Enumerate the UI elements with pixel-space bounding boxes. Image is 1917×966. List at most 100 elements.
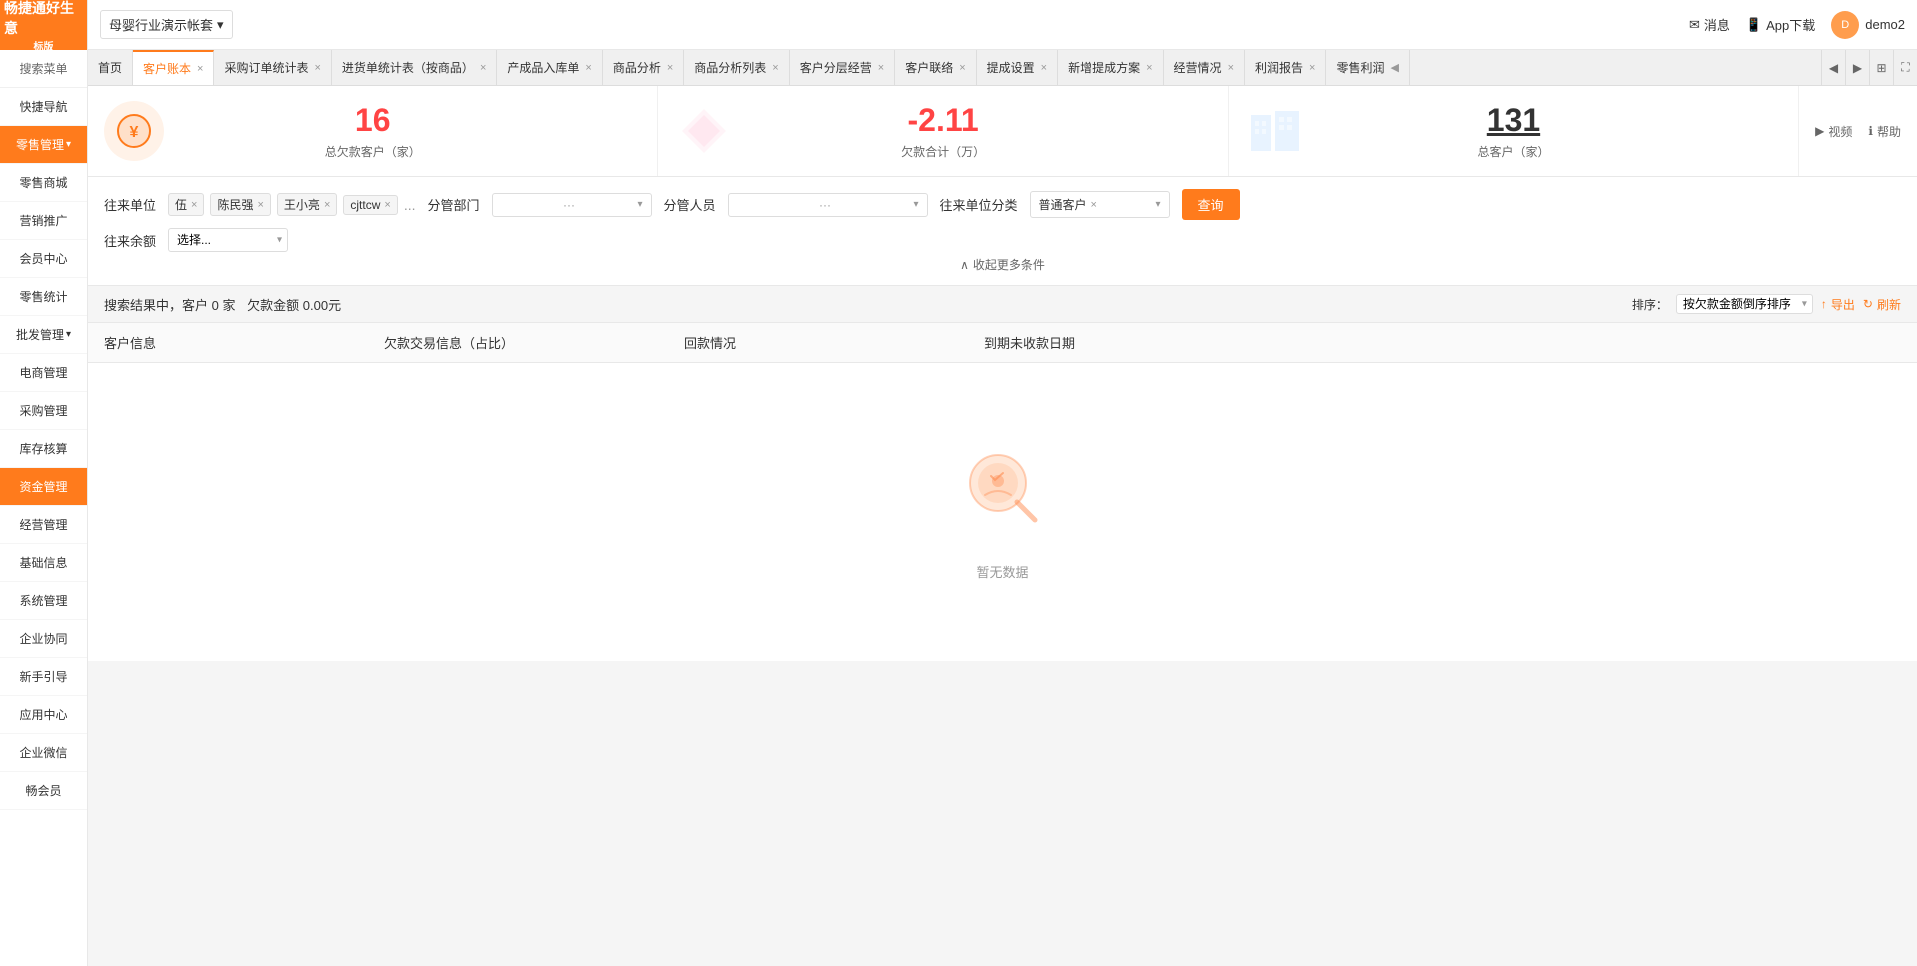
- stats-help-area: ▶ 视频 ℹ 帮助: [1799, 86, 1917, 176]
- coin-icon: ¥: [116, 113, 152, 149]
- sidebar-item-enterprise-collab[interactable]: 企业协同: [0, 620, 87, 658]
- tab-purchase-stats[interactable]: 进货单统计表（按商品） ×: [332, 50, 497, 86]
- tab-scroll-left[interactable]: ◀: [1821, 50, 1845, 86]
- stat-value-debt: -2.11: [908, 102, 979, 139]
- remove-type-normal[interactable]: ×: [1091, 199, 1097, 211]
- export-btn[interactable]: ↑ 导出: [1821, 296, 1855, 313]
- remove-tag-chen[interactable]: ×: [257, 199, 263, 211]
- empty-icon: [953, 443, 1053, 546]
- empty-state: 暂无数据: [88, 363, 1917, 661]
- tab-close-product-instock[interactable]: ×: [585, 62, 591, 74]
- sidebar-item-retail-mall[interactable]: 零售商城: [0, 164, 87, 202]
- tab-customer-segment[interactable]: 客户分层经营 ×: [790, 50, 895, 86]
- remove-tag-wu[interactable]: ×: [191, 199, 197, 211]
- tab-close-customer-capital[interactable]: ×: [197, 63, 203, 75]
- tab-close-operation-status[interactable]: ×: [1228, 62, 1234, 74]
- tab-close-retail-profit[interactable]: ◀: [1390, 61, 1398, 74]
- video-help-btn[interactable]: ▶ 视频: [1815, 123, 1852, 140]
- sidebar-item-member-center[interactable]: 会员中心: [0, 240, 87, 278]
- tab-home[interactable]: 首页: [88, 50, 133, 86]
- sidebar-item-app-center[interactable]: 应用中心: [0, 696, 87, 734]
- dept-input[interactable]: ··· ▾: [492, 193, 652, 217]
- sidebar-item-marketing[interactable]: 营销推广: [0, 202, 87, 240]
- tab-customer-contact[interactable]: 客户联络 ×: [895, 50, 976, 86]
- sidebar-item-purchase-mgmt[interactable]: 采购管理: [0, 392, 87, 430]
- sidebar-item-retail-stats[interactable]: 零售统计: [0, 278, 87, 316]
- col-due-date: 到期未收款日期: [984, 333, 1901, 352]
- empty-text: 暂无数据: [976, 562, 1028, 581]
- sidebar-item-batch-mgmt[interactable]: 批发管理 ▾: [0, 316, 87, 354]
- tab-purchase-order[interactable]: 采购订单统计表 ×: [214, 50, 331, 86]
- stat-all-customers: 131 总客户（家）: [1229, 86, 1799, 176]
- stat-value-all[interactable]: 131: [1487, 102, 1540, 139]
- person-input[interactable]: ··· ▾: [728, 193, 928, 217]
- tab-improve-settings[interactable]: 提成设置 ×: [977, 50, 1058, 86]
- search-result-info: 搜索结果中，客户 0 家 欠款金额 0.00元: [104, 295, 341, 314]
- tab-close-purchase-order[interactable]: ×: [314, 62, 320, 74]
- tab-new-improve[interactable]: 新增提成方案 ×: [1058, 50, 1163, 86]
- refresh-icon: ↻: [1863, 297, 1873, 311]
- tab-scroll-right[interactable]: ▶: [1845, 50, 1869, 86]
- sidebar-item-ecommerce[interactable]: 电商管理: [0, 354, 87, 392]
- sidebar-item-system-mgmt[interactable]: 系统管理: [0, 582, 87, 620]
- dept-dots-icon[interactable]: ···: [563, 198, 575, 212]
- sidebar-item-vip-member[interactable]: 畅会员: [0, 772, 87, 810]
- tab-close-customer-contact[interactable]: ×: [959, 62, 965, 74]
- tab-customer-capital[interactable]: 客户账本 ×: [133, 50, 214, 86]
- account-selector[interactable]: 母婴行业演示帐套 ▾: [100, 10, 233, 39]
- sidebar-item-enterprise-wechat[interactable]: 企业微信: [0, 734, 87, 772]
- tab-goods-analysis[interactable]: 商品分析 ×: [603, 50, 684, 86]
- refresh-btn[interactable]: ↻ 刷新: [1863, 296, 1901, 313]
- sort-select[interactable]: 按欠款金额倒序排序: [1676, 294, 1813, 314]
- sidebar-item-inventory[interactable]: 库存核算: [0, 430, 87, 468]
- app-logo: 畅捷通好生意 标版: [0, 0, 87, 50]
- tab-goods-analysis-list[interactable]: 商品分析列表 ×: [684, 50, 789, 86]
- sidebar-item-operations-mgmt[interactable]: 经营管理: [0, 506, 87, 544]
- company-type-label: 往来单位分类: [940, 195, 1018, 214]
- filter-row-1: 往来单位 伍 × 陈民强 × 王小亮 × cjttcw: [104, 189, 1901, 220]
- tab-close-purchase-stats[interactable]: ×: [480, 62, 486, 74]
- tab-close-profit-report[interactable]: ×: [1309, 62, 1315, 74]
- tab-operation-status[interactable]: 经营情况 ×: [1164, 50, 1245, 86]
- collapse-btn[interactable]: ∧ 收起更多条件: [104, 256, 1901, 273]
- tab-profit-report[interactable]: 利润报告 ×: [1245, 50, 1326, 86]
- query-button[interactable]: 查询: [1182, 189, 1240, 220]
- sidebar-item-retail-mgmt[interactable]: 零售管理 ▾: [0, 126, 87, 164]
- company-type-input[interactable]: 普通客户 × ▾: [1030, 191, 1170, 218]
- stat-total-debt: -2.11 欠款合计（万）: [658, 86, 1228, 176]
- tab-close-new-improve[interactable]: ×: [1146, 62, 1152, 74]
- tab-product-instock[interactable]: 产成品入库单 ×: [497, 50, 602, 86]
- tab-close-goods-analysis[interactable]: ×: [667, 62, 673, 74]
- sidebar-item-new-guide[interactable]: 新手引导: [0, 658, 87, 696]
- stat-label-debt: 欠款合计（万）: [901, 143, 985, 160]
- col-customer-info: 客户信息: [104, 333, 384, 352]
- app-download-btn[interactable]: 📱 App下载: [1746, 15, 1815, 34]
- svg-text:¥: ¥: [130, 124, 139, 141]
- balance-select[interactable]: 选择...: [168, 228, 288, 252]
- page-content: ¥ 16 总欠款客户（家） -2.11 欠款合计（万）: [88, 86, 1917, 966]
- tab-expand[interactable]: ⊞: [1869, 50, 1893, 86]
- sidebar-item-finance-mgmt[interactable]: 资金管理: [0, 468, 87, 506]
- stat-value-customers: 16: [355, 102, 391, 139]
- person-dots-icon[interactable]: ···: [819, 198, 831, 212]
- stat-total-customers: ¥ 16 总欠款客户（家）: [88, 86, 658, 176]
- remove-tag-wang[interactable]: ×: [324, 199, 330, 211]
- user-menu[interactable]: D demo2: [1831, 11, 1905, 39]
- building-icon: [1247, 107, 1303, 155]
- table-header: 客户信息 欠款交易信息（占比） 回款情况 到期未收款日期: [88, 323, 1917, 363]
- messages-btn[interactable]: ✉ 消息: [1689, 15, 1730, 34]
- remove-tag-cjttcw[interactable]: ×: [384, 199, 390, 211]
- tab-retail-profit[interactable]: 零售利润 ◀: [1326, 50, 1409, 86]
- tab-fullscreen[interactable]: ⛶: [1893, 50, 1917, 86]
- tab-close-goods-analysis-list[interactable]: ×: [772, 62, 778, 74]
- sidebar-item-quick-nav[interactable]: 快捷导航: [0, 88, 87, 126]
- selector-chevron-icon: ▾: [217, 17, 224, 33]
- tab-nav-btns: ◀ ▶ ⊞ ⛶: [1821, 50, 1917, 86]
- company-tags-more[interactable]: ...: [404, 197, 416, 213]
- help-doc-btn[interactable]: ℹ 帮助: [1868, 123, 1901, 140]
- company-filter-label: 往来单位: [104, 195, 156, 214]
- tab-close-improve-settings[interactable]: ×: [1041, 62, 1047, 74]
- sidebar-item-search-menu[interactable]: 搜索菜单: [0, 50, 87, 88]
- tab-close-customer-segment[interactable]: ×: [878, 62, 884, 74]
- sidebar-item-basic-info[interactable]: 基础信息: [0, 544, 87, 582]
